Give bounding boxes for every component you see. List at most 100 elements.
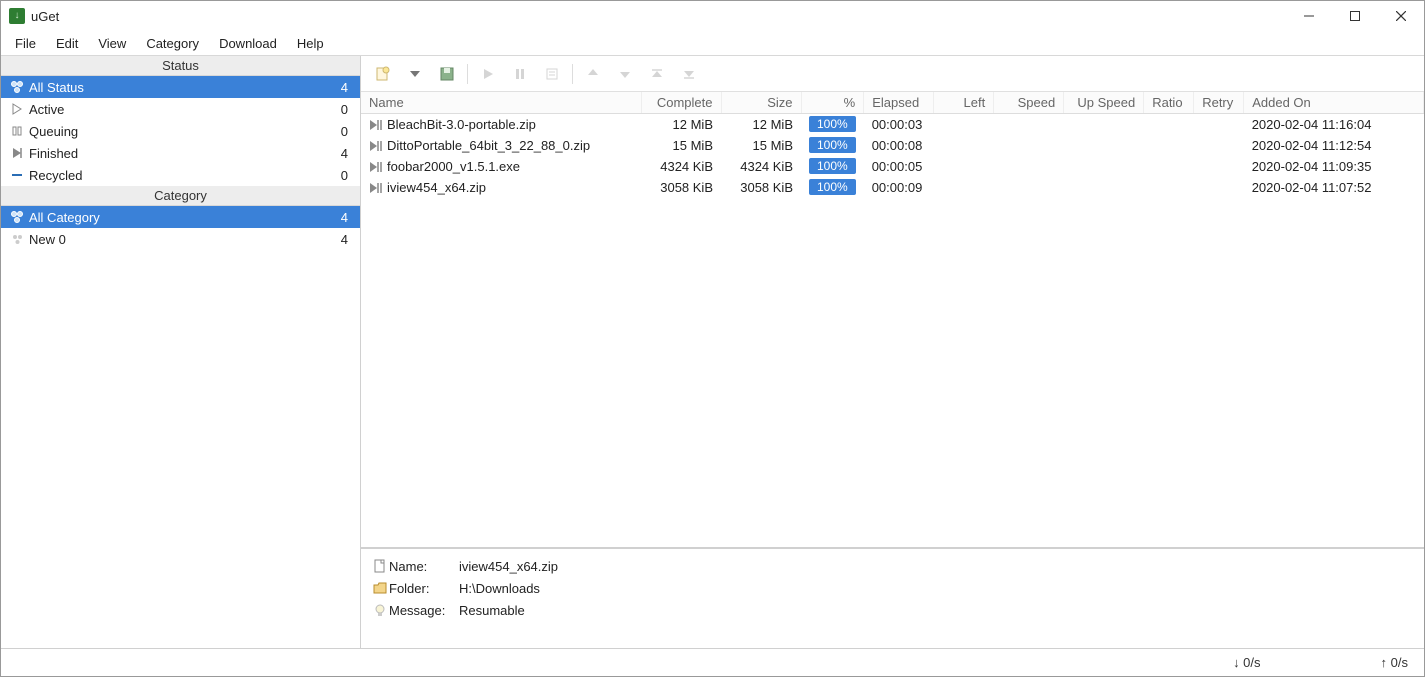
statusbar: ↓ 0/s ↑ 0/s [1,648,1424,676]
sidebar-item-count: 0 [341,124,352,139]
menu-help[interactable]: Help [287,33,334,54]
minimize-button[interactable] [1286,1,1332,31]
col-left[interactable]: Left [934,92,994,114]
row-size: 12 MiB [721,114,801,135]
col-size[interactable]: Size [721,92,801,114]
sidebar-item-label: Queuing [29,124,341,139]
sidebar-item-count: 4 [341,232,352,247]
row-retry [1194,177,1244,198]
row-elapsed: 00:00:05 [864,156,934,177]
col-name[interactable]: Name [361,92,641,114]
col-percent[interactable]: % [801,92,864,114]
sidebar-item-count: 0 [341,102,352,117]
download-speed: ↓ 0/s [1233,655,1260,670]
sidebar-category-new[interactable]: New 04 [1,228,360,250]
row-left [934,156,994,177]
row-upspeed [1064,135,1144,156]
row-percent: 100% [809,116,856,132]
maximize-button[interactable] [1332,1,1378,31]
row-upspeed [1064,156,1144,177]
row-speed [994,177,1064,198]
new-download-dropdown[interactable] [401,60,429,88]
move-top-button[interactable] [643,60,671,88]
col-complete[interactable]: Complete [641,92,721,114]
sidebar-category-all-category[interactable]: All Category4 [1,206,360,228]
sidebar-status-queuing[interactable]: Queuing0 [1,120,360,142]
queuing-icon [9,125,25,137]
row-upspeed [1064,114,1144,135]
menu-view[interactable]: View [88,33,136,54]
row-ratio [1144,114,1194,135]
row-name: iview454_x64.zip [387,180,486,195]
row-added: 2020-02-04 11:12:54 [1244,135,1424,156]
row-elapsed: 00:00:03 [864,114,934,135]
detail-name-value: iview454_x64.zip [459,559,558,574]
row-retry [1194,114,1244,135]
col-added[interactable]: Added On [1244,92,1424,114]
row-percent: 100% [809,179,856,195]
new-icon [9,233,25,245]
row-percent: 100% [809,158,856,174]
row-percent: 100% [809,137,856,153]
detail-message-label: Message: [389,603,459,618]
move-bottom-button[interactable] [675,60,703,88]
sidebar-status-active[interactable]: Active0 [1,98,360,120]
table-row[interactable]: iview454_x64.zip3058 KiB3058 KiB100%00:0… [361,177,1424,198]
row-speed [994,156,1064,177]
col-ratio[interactable]: Ratio [1144,92,1194,114]
col-upspeed[interactable]: Up Speed [1064,92,1144,114]
row-added: 2020-02-04 11:07:52 [1244,177,1424,198]
sidebar-status-all[interactable]: All Status4 [1,76,360,98]
sidebar-status-header: Status [1,56,360,76]
menu-download[interactable]: Download [209,33,287,54]
menu-edit[interactable]: Edit [46,33,88,54]
table-row[interactable]: foobar2000_v1.5.1.exe4324 KiB4324 KiB100… [361,156,1424,177]
sidebar-item-count: 4 [341,146,352,161]
sidebar-item-label: All Category [29,210,341,225]
sidebar-status-finished[interactable]: Finished4 [1,142,360,164]
folder-icon [371,581,389,595]
downloads-table: Name Complete Size % Elapsed Left Speed … [361,92,1424,198]
row-elapsed: 00:00:08 [864,135,934,156]
all-category-icon [9,210,25,224]
save-button[interactable] [433,60,461,88]
menu-file[interactable]: File [5,33,46,54]
sidebar-status-recycled[interactable]: Recycled0 [1,164,360,186]
properties-button[interactable] [538,60,566,88]
row-retry [1194,156,1244,177]
row-complete: 3058 KiB [641,177,721,198]
row-ratio [1144,156,1194,177]
toolbar [361,56,1424,92]
table-row[interactable]: BleachBit-3.0-portable.zip12 MiB12 MiB10… [361,114,1424,135]
close-button[interactable] [1378,1,1424,31]
row-left [934,135,994,156]
move-up-button[interactable] [579,60,607,88]
col-speed[interactable]: Speed [994,92,1064,114]
finished-icon [9,147,25,159]
move-down-button[interactable] [611,60,639,88]
col-retry[interactable]: Retry [1194,92,1244,114]
main-panel: Name Complete Size % Elapsed Left Speed … [361,56,1424,648]
menu-category[interactable]: Category [136,33,209,54]
row-size: 4324 KiB [721,156,801,177]
detail-folder-label: Folder: [389,581,459,596]
details-panel: Name: iview454_x64.zip Folder: H:\Downlo… [361,548,1424,648]
pause-button[interactable] [506,60,534,88]
row-added: 2020-02-04 11:09:35 [1244,156,1424,177]
sidebar-item-label: Active [29,102,341,117]
row-name: DittoPortable_64bit_3_22_88_0.zip [387,138,590,153]
table-row[interactable]: DittoPortable_64bit_3_22_88_0.zip15 MiB1… [361,135,1424,156]
start-button[interactable] [474,60,502,88]
sidebar-item-count: 4 [341,210,352,225]
active-icon [9,103,25,115]
row-ratio [1144,135,1194,156]
row-elapsed: 00:00:09 [864,177,934,198]
sidebar-item-label: All Status [29,80,341,95]
titlebar: uGet [1,1,1424,31]
sidebar-item-label: New 0 [29,232,341,247]
app-icon [9,8,25,24]
new-download-button[interactable] [369,60,397,88]
row-speed [994,114,1064,135]
col-elapsed[interactable]: Elapsed [864,92,934,114]
row-complete: 12 MiB [641,114,721,135]
